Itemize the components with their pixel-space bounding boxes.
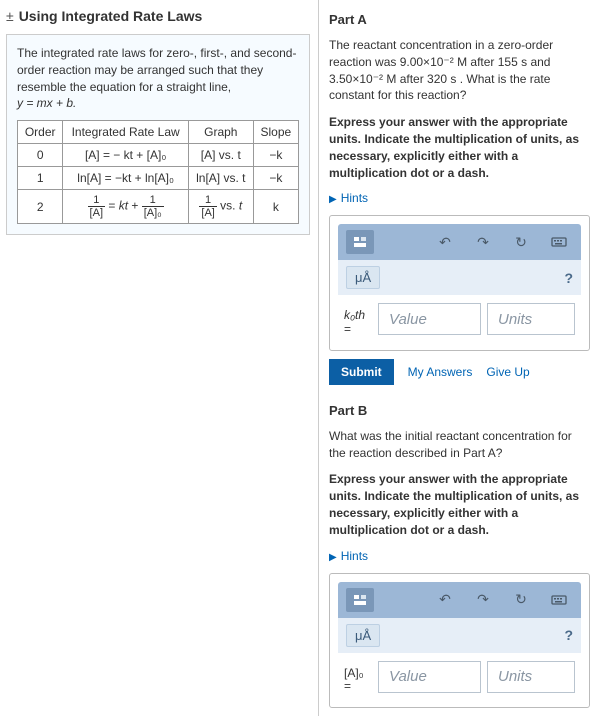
table-row: 0 [A] = − kt + [A]₀ [A] vs. t −k: [18, 144, 299, 167]
value-placeholder: Value: [389, 668, 427, 685]
submit-button[interactable]: Submit: [329, 359, 394, 385]
undo-icon[interactable]: ↶: [431, 230, 459, 254]
input-row: k₀th = Value Units: [338, 295, 581, 339]
hints-toggle[interactable]: ▶ Hints: [329, 549, 590, 563]
toolbar: ↶ ↷ ↻: [338, 582, 581, 618]
template-icon[interactable]: [346, 230, 374, 254]
cell-graph: 1[A] vs. t: [188, 190, 253, 224]
undo-icon[interactable]: ↶: [431, 588, 459, 612]
part-a-text: The reactant concentration in a zero-ord…: [329, 37, 590, 104]
equals-sign: =: [344, 322, 351, 336]
cell-order: 2: [18, 190, 63, 224]
th-order: Order: [18, 121, 63, 144]
cell-law: ln[A] = −kt + ln[A]₀: [63, 167, 189, 190]
keyboard-icon[interactable]: [545, 588, 573, 612]
part-a-heading: Part A: [329, 12, 590, 27]
units-symbol-button[interactable]: μÅ: [346, 266, 380, 289]
equals-sign: =: [344, 679, 351, 693]
hints-toggle[interactable]: ▶ Hints: [329, 191, 590, 205]
info-box: The integrated rate laws for zero-, firs…: [6, 34, 310, 235]
lhs-label: [A]₀ =: [344, 661, 378, 693]
cell-law: 1[A] = kt + 1[A]₀: [63, 190, 189, 224]
submit-row: Submit My Answers Give Up: [329, 359, 590, 385]
lhs-symbol: [A]₀: [344, 666, 364, 680]
sub-toolbar: μÅ ?: [338, 260, 581, 295]
intro-text: The integrated rate laws for zero-, firs…: [17, 45, 299, 112]
cell-graph: [A] vs. t: [188, 144, 253, 167]
intro: The integrated rate laws for zero-, firs…: [17, 46, 296, 94]
cell-slope: k: [253, 190, 298, 224]
lhs-symbol: k₀th: [344, 308, 365, 322]
keyboard-icon[interactable]: [545, 230, 573, 254]
page-title: Using Integrated Rate Laws: [19, 8, 203, 24]
part-b: Part B What was the initial reactant con…: [329, 403, 590, 708]
value-placeholder: Value: [389, 311, 427, 328]
redo-icon[interactable]: ↷: [469, 588, 497, 612]
plus-minus-icon: ±: [6, 8, 14, 24]
units-input[interactable]: Units: [487, 303, 575, 335]
value-input[interactable]: Value: [378, 661, 481, 693]
give-up-link[interactable]: Give Up: [486, 365, 529, 379]
template-icon[interactable]: [346, 588, 374, 612]
cell-order: 0: [18, 144, 63, 167]
triangle-right-icon: ▶: [329, 552, 337, 563]
lhs-label: k₀th =: [344, 303, 378, 335]
hints-label: Hints: [341, 549, 368, 563]
triangle-right-icon: ▶: [329, 194, 337, 205]
redo-icon[interactable]: ↷: [469, 230, 497, 254]
units-symbol-button[interactable]: μÅ: [346, 624, 380, 647]
sub-toolbar: μÅ ?: [338, 618, 581, 653]
table-row: 1 ln[A] = −kt + ln[A]₀ ln[A] vs. t −k: [18, 167, 299, 190]
th-law: Integrated Rate Law: [63, 121, 189, 144]
my-answers-link[interactable]: My Answers: [408, 365, 473, 379]
th-graph: Graph: [188, 121, 253, 144]
cell-slope: −k: [253, 167, 298, 190]
part-b-heading: Part B: [329, 403, 590, 418]
input-row: [A]₀ = Value Units: [338, 653, 581, 697]
cell-graph: ln[A] vs. t: [188, 167, 253, 190]
reset-icon[interactable]: ↻: [507, 588, 535, 612]
part-b-text: What was the initial reactant concentrat…: [329, 428, 590, 462]
hints-label: Hints: [341, 191, 368, 205]
rate-laws-table: Order Integrated Rate Law Graph Slope 0 …: [17, 120, 299, 224]
value-input[interactable]: Value: [378, 303, 481, 335]
th-slope: Slope: [253, 121, 298, 144]
cell-law: [A] = − kt + [A]₀: [63, 144, 189, 167]
cell-slope: −k: [253, 144, 298, 167]
page-title-row: ± Using Integrated Rate Laws: [6, 8, 310, 24]
line-equation: y = mx + b.: [17, 96, 76, 110]
answer-box-a: ↶ ↷ ↻ μÅ ? k₀th = Value: [329, 215, 590, 350]
cell-order: 1: [18, 167, 63, 190]
units-placeholder: Units: [498, 668, 532, 685]
help-icon[interactable]: ?: [564, 627, 573, 643]
part-b-instructions: Express your answer with the appropriate…: [329, 471, 590, 538]
units-placeholder: Units: [498, 311, 532, 328]
table-row: 2 1[A] = kt + 1[A]₀ 1[A] vs. t k: [18, 190, 299, 224]
part-a: Part A The reactant concentration in a z…: [329, 12, 590, 385]
reset-icon[interactable]: ↻: [507, 230, 535, 254]
units-input[interactable]: Units: [487, 661, 575, 693]
part-a-instructions: Express your answer with the appropriate…: [329, 114, 590, 181]
help-icon[interactable]: ?: [564, 270, 573, 286]
toolbar: ↶ ↷ ↻: [338, 224, 581, 260]
